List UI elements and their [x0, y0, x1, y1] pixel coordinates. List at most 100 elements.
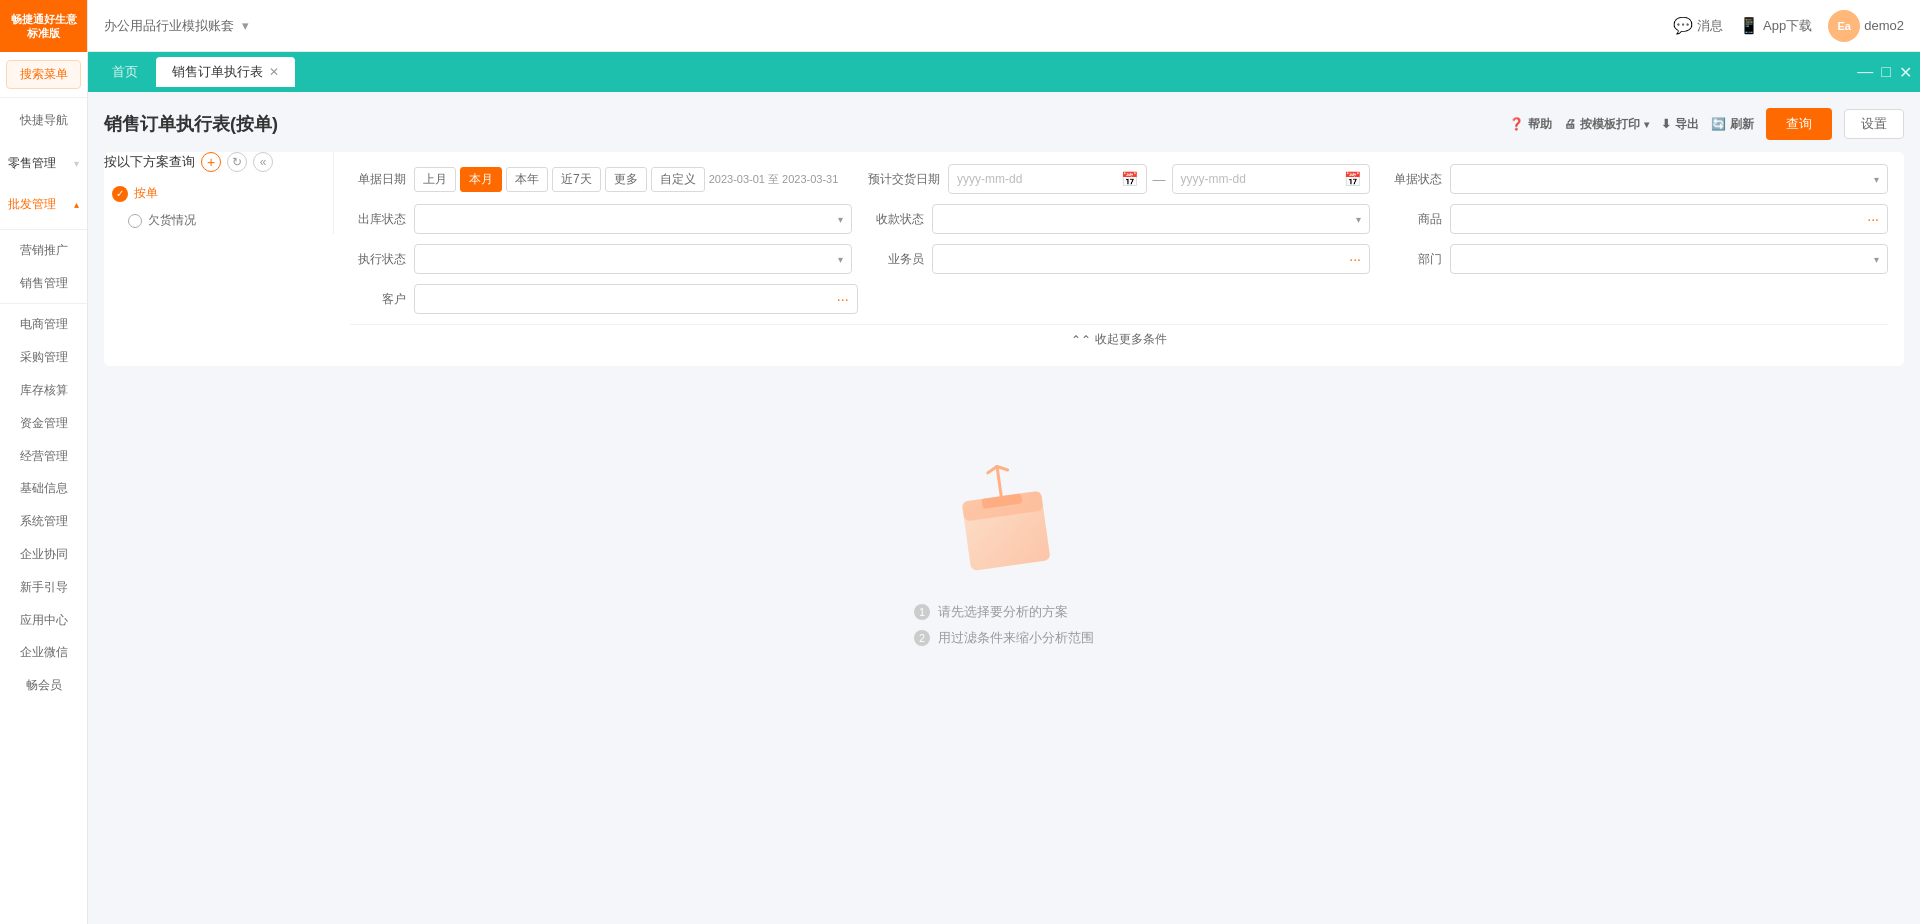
plan-collapse-button[interactable]: « [253, 152, 273, 172]
print-icon: 🖨 [1564, 117, 1576, 131]
sidebar-item-wechat[interactable]: 企业微信 [0, 636, 87, 669]
tab-maximize-button[interactable]: □ [1881, 63, 1891, 81]
tab-sales-order-exec[interactable]: 销售订单执行表 ✕ [156, 57, 295, 87]
expected-date-end[interactable]: yyyy-mm-dd 📅 [1172, 164, 1371, 194]
collapse-bar[interactable]: ⌃⌃ 收起更多条件 [350, 324, 1888, 354]
doc-status-select[interactable]: ▾ [1450, 164, 1888, 194]
filter-group-salesperson: 业务员 ··· [868, 244, 1370, 274]
plan-item-shortage[interactable]: 欠货情况 [104, 207, 317, 234]
filter-row-4: 客户 ··· [350, 284, 1888, 314]
sidebar-item-system[interactable]: 系统管理 [0, 505, 87, 538]
date-btn-this-year[interactable]: 本年 [506, 167, 548, 192]
sidebar-item-app-center[interactable]: 应用中心 [0, 604, 87, 637]
sidebar-item-sales[interactable]: 销售管理 [0, 267, 87, 300]
sidebar-item-operations[interactable]: 经营管理 [0, 440, 87, 473]
expected-date-range: yyyy-mm-dd 📅 — yyyy-mm-dd 📅 [948, 164, 1370, 194]
sidebar-item-basic-info[interactable]: 基础信息 [0, 472, 87, 505]
tab-home[interactable]: 首页 [96, 57, 154, 87]
filter-group-goods: 商品 ··· [1386, 204, 1888, 234]
message-button[interactable]: 💬 消息 [1673, 16, 1723, 35]
date-btn-last-7days[interactable]: 近7天 [552, 167, 601, 192]
main-content: 销售订单执行表(按单) ❓ 帮助 🖨 按模板打印 ▾ ⬇ 导出 [88, 92, 1920, 924]
filter-main-row: 按以下方案查询 + ↻ « ✓ 按单 欠货情况 [104, 152, 1904, 366]
expected-date-label: 预计交货日期 [868, 171, 940, 188]
calendar-end-icon: 📅 [1344, 171, 1361, 187]
date-range-display: 2023-03-01 至 2023-03-31 [709, 172, 839, 187]
sidebar-item-wholesale[interactable]: 批发管理 ▴ [8, 190, 79, 219]
message-icon: 💬 [1673, 16, 1693, 35]
exec-status-select[interactable]: ▾ [414, 244, 852, 274]
search-menu-button[interactable]: 搜索菜单 [6, 60, 81, 89]
message-label: 消息 [1697, 17, 1723, 35]
refresh-button[interactable]: 🔄 刷新 [1711, 116, 1754, 133]
export-button[interactable]: ⬇ 导出 [1661, 116, 1699, 133]
plan-refresh-button[interactable]: ↻ [227, 152, 247, 172]
date-btn-custom[interactable]: 自定义 [651, 167, 705, 192]
print-label: 按模板打印 [1580, 116, 1640, 133]
goods-more-icon[interactable]: ··· [1867, 211, 1879, 227]
filter-group-customer: 客户 ··· [350, 284, 858, 314]
app-download-button[interactable]: 📱 App下载 [1739, 16, 1812, 35]
salesperson-more-icon[interactable]: ··· [1349, 251, 1361, 267]
page-title-text: 销售订单执行表(按单) [104, 112, 278, 136]
dept-select[interactable]: ▾ [1450, 244, 1888, 274]
tab-minimize-button[interactable]: — [1857, 63, 1873, 81]
filter-group-exec-status: 执行状态 ▾ [350, 244, 852, 274]
export-icon: ⬇ [1661, 117, 1671, 131]
sidebar-item-ecommerce[interactable]: 电商管理 [0, 308, 87, 341]
plan-add-button[interactable]: + [201, 152, 221, 172]
customer-input[interactable]: ··· [414, 284, 858, 314]
sidebar-item-membership[interactable]: 畅会员 [0, 669, 87, 702]
page-title-actions: ❓ 帮助 🖨 按模板打印 ▾ ⬇ 导出 🔄 刷新 [1509, 108, 1904, 140]
collapse-label: 收起更多条件 [1095, 331, 1167, 348]
date-btn-last-month[interactable]: 上月 [414, 167, 456, 192]
customer-more-icon[interactable]: ··· [837, 291, 849, 307]
tab-home-label: 首页 [112, 63, 138, 81]
empty-tips-container: 1 请先选择要分析的方案 2 用过滤条件来缩小分析范围 [914, 599, 1094, 651]
dept-chevron: ▾ [1874, 254, 1879, 265]
goods-label: 商品 [1386, 211, 1442, 228]
filter-group-expected-date: 预计交货日期 yyyy-mm-dd 📅 — yyyy-mm-dd [868, 164, 1370, 194]
sidebar-item-inventory[interactable]: 库存核算 [0, 374, 87, 407]
tab-close-window-button[interactable]: ✕ [1899, 63, 1912, 82]
app-download-label: App下载 [1763, 17, 1812, 35]
sidebar-item-guide[interactable]: 新手引导 [0, 571, 87, 604]
print-template-button[interactable]: 🖨 按模板打印 ▾ [1564, 116, 1649, 133]
sidebar-item-marketing[interactable]: 营销推广 [0, 234, 87, 267]
tab-close-icon[interactable]: ✕ [269, 65, 279, 79]
date-quick-buttons: 上月 本月 本年 近7天 更多 自定义 2023-03-01 至 2023-03… [414, 167, 852, 192]
out-status-select[interactable]: ▾ [414, 204, 852, 234]
date-btn-more[interactable]: 更多 [605, 167, 647, 192]
sidebar-item-retail[interactable]: 零售管理 ▾ [8, 149, 79, 178]
receipt-status-select[interactable]: ▾ [932, 204, 1370, 234]
help-label: 帮助 [1528, 116, 1552, 133]
filter-group-doc-status: 单据状态 ▾ [1386, 164, 1888, 194]
expected-date-start[interactable]: yyyy-mm-dd 📅 [948, 164, 1147, 194]
user-profile[interactable]: Ea demo2 [1828, 10, 1904, 42]
sidebar-item-purchase[interactable]: 采购管理 [0, 341, 87, 374]
sidebar-item-enterprise[interactable]: 企业协同 [0, 538, 87, 571]
tip-2-number: 2 [914, 630, 930, 646]
sidebar-item-quick-nav[interactable]: 快捷导航 [0, 104, 87, 137]
date-btn-this-month[interactable]: 本月 [460, 167, 502, 192]
plan-item-by-order[interactable]: ✓ 按单 [104, 180, 317, 207]
help-button[interactable]: ❓ 帮助 [1509, 116, 1552, 133]
out-status-label: 出库状态 [350, 211, 406, 228]
sidebar-item-finance[interactable]: 资金管理 [0, 407, 87, 440]
receipt-status-chevron: ▾ [1356, 214, 1361, 225]
logo-text: 畅捷通好生意 [11, 12, 77, 26]
out-status-chevron: ▾ [838, 214, 843, 225]
tabbar: 首页 销售订单执行表 ✕ — □ ✕ [88, 52, 1920, 92]
tabbar-actions: — □ ✕ [1857, 63, 1912, 82]
query-button[interactable]: 查询 [1766, 108, 1832, 140]
app-download-icon: 📱 [1739, 16, 1759, 35]
salesperson-input[interactable]: ··· [932, 244, 1370, 274]
plan-active-icon: ✓ [112, 186, 128, 202]
filter-row-3: 执行状态 ▾ 业务员 ··· [350, 244, 1888, 274]
breadcrumb-dropdown-icon[interactable]: ▾ [242, 18, 249, 33]
goods-input[interactable]: ··· [1450, 204, 1888, 234]
page-title-bar: 销售订单执行表(按单) ❓ 帮助 🖨 按模板打印 ▾ ⬇ 导出 [104, 108, 1904, 140]
topbar: 办公用品行业模拟账套 ▾ 💬 消息 📱 App下载 Ea demo2 [88, 0, 1920, 52]
settings-button[interactable]: 设置 [1844, 109, 1904, 139]
empty-tip-2-text: 用过滤条件来缩小分析范围 [938, 625, 1094, 651]
